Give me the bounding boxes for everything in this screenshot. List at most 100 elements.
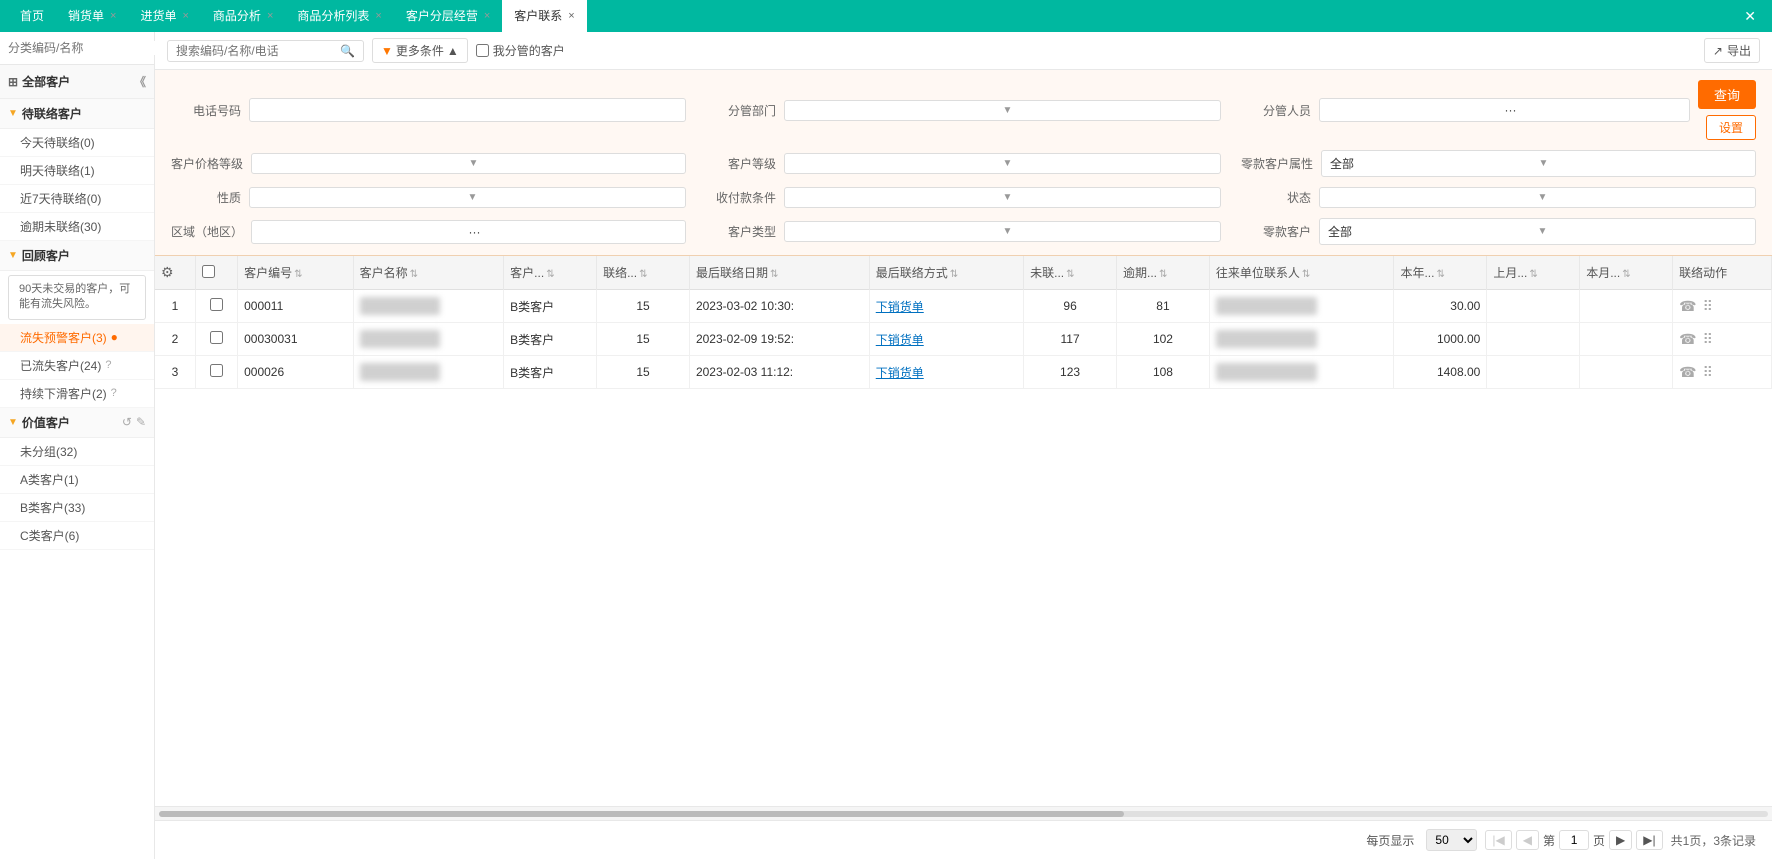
manager-dots-icon[interactable]: ···: [1501, 103, 1682, 117]
sidebar-item-overdue[interactable]: 逾期未联络(30): [0, 213, 154, 241]
thisyear-header[interactable]: 本年...⇅: [1394, 256, 1487, 290]
sidebar-group-pending[interactable]: ▼ 待联络客户: [0, 99, 154, 129]
row-name: ████████: [353, 290, 504, 323]
lastmethod-header[interactable]: 最后联络方式⇅: [869, 256, 1023, 290]
tab-home[interactable]: 首页: [8, 0, 56, 32]
status-select[interactable]: ▼: [1319, 187, 1756, 208]
sidebar-group-value[interactable]: ▼ 价值客户 ↺ ✎: [0, 408, 154, 438]
manager-select[interactable]: ···: [1319, 98, 1690, 122]
tab-purchaseorder[interactable]: 进货单 ×: [128, 0, 200, 32]
main-search-icon[interactable]: 🔍: [340, 44, 355, 58]
sidebar-item-class-c[interactable]: C类客户(6): [0, 522, 154, 550]
gear-header[interactable]: ⚙: [155, 256, 196, 290]
sidebar-item-churn-warning[interactable]: 流失预警客户(3) ●: [0, 324, 154, 352]
customers-table: ⚙ 客户编号⇅ 客户名称⇅ 客户...⇅ 联络...⇅ 最后联络日期⇅ 最后联络…: [155, 256, 1772, 389]
contact-action-icon[interactable]: ☎: [1679, 331, 1696, 348]
uncontacted-header[interactable]: 未联...⇅: [1024, 256, 1117, 290]
close-productanalysislist-icon[interactable]: ×: [375, 0, 381, 32]
main-search-input[interactable]: [176, 44, 336, 58]
select-all-checkbox[interactable]: [202, 265, 215, 278]
row-overdue: 108: [1117, 356, 1210, 389]
refresh-icon[interactable]: ↺: [122, 415, 132, 429]
next-page-button[interactable]: ▶: [1609, 830, 1632, 850]
more-action-icon[interactable]: ⠿: [1703, 364, 1713, 381]
gear-icon[interactable]: ⚙: [161, 264, 174, 280]
nature-select[interactable]: ▼: [249, 187, 686, 208]
more-action-icon[interactable]: ⠿: [1703, 331, 1713, 348]
prev-page-button[interactable]: ◀: [1516, 830, 1539, 850]
close-purchaseorder-icon[interactable]: ×: [182, 0, 188, 32]
first-page-button[interactable]: |◀: [1485, 830, 1511, 850]
sidebar-item-declining[interactable]: 持续下滑客户(2) ?: [0, 380, 154, 408]
row-checkbox[interactable]: [210, 298, 223, 311]
tab-customercontact[interactable]: 客户联系 ×: [502, 0, 586, 32]
export-button[interactable]: ↗ 导出: [1704, 38, 1760, 63]
contact-action-icon[interactable]: ☎: [1679, 364, 1696, 381]
close-customercontact-icon[interactable]: ×: [568, 0, 574, 32]
customertype-select[interactable]: ▼: [784, 221, 1221, 242]
collapse-icon[interactable]: 《: [134, 73, 146, 90]
my-customers-checkbox[interactable]: [476, 44, 489, 57]
row-lastmethod[interactable]: 下销货单: [869, 356, 1023, 389]
sidebar-item-class-b[interactable]: B类客户(33): [0, 494, 154, 522]
sidebar-group-review[interactable]: ▼ 回顾客户: [0, 241, 154, 271]
contactperson-header[interactable]: 往来单位联系人⇅: [1209, 256, 1394, 290]
customerlevel-select[interactable]: ▼: [784, 153, 1221, 174]
tab-productanalysis[interactable]: 商品分析 ×: [201, 0, 285, 32]
region-dots-icon[interactable]: ···: [465, 225, 678, 239]
row-checkbox[interactable]: [210, 364, 223, 377]
close-productanalysis-icon[interactable]: ×: [267, 0, 273, 32]
close-salesorder-icon[interactable]: ×: [110, 0, 116, 32]
lastdate-header[interactable]: 最后联络日期⇅: [689, 256, 869, 290]
region-select[interactable]: ···: [251, 220, 686, 244]
page-size-select[interactable]: 50 100 200: [1426, 829, 1477, 851]
department-select[interactable]: ▼: [784, 100, 1221, 121]
row-checkbox-cell[interactable]: [196, 356, 238, 389]
more-conditions-button[interactable]: ▼ 更多条件 ▲: [372, 38, 468, 63]
tab-productanalysislist[interactable]: 商品分析列表 ×: [285, 0, 393, 32]
pricelevel-select[interactable]: ▼: [251, 153, 686, 174]
zerocustomer-select[interactable]: 全部 ▼: [1319, 218, 1756, 245]
contact-action-icon[interactable]: ☎: [1679, 298, 1696, 315]
row-checkbox-cell[interactable]: [196, 323, 238, 356]
horizontal-scrollbar[interactable]: [155, 806, 1772, 820]
row-lastmethod[interactable]: 下销货单: [869, 290, 1023, 323]
row-lastmethod[interactable]: 下销货单: [869, 323, 1023, 356]
query-button[interactable]: 查询: [1698, 80, 1756, 109]
sidebar-item-today[interactable]: 今天待联络(0): [0, 129, 154, 157]
table-container: ⚙ 客户编号⇅ 客户名称⇅ 客户...⇅ 联络...⇅ 最后联络日期⇅ 最后联络…: [155, 256, 1772, 806]
contact-header[interactable]: 联络...⇅: [597, 256, 690, 290]
tab-customerlayer[interactable]: 客户分层经营 ×: [394, 0, 502, 32]
overdue-header[interactable]: 逾期...⇅: [1117, 256, 1210, 290]
sidebar-item-7days[interactable]: 近7天待联络(0): [0, 185, 154, 213]
sidebar-item-churned[interactable]: 已流失客户(24) ?: [0, 352, 154, 380]
top-close-button[interactable]: ✕: [1736, 8, 1764, 25]
tab-salesorder[interactable]: 销货单 ×: [56, 0, 128, 32]
scroll-thumb[interactable]: [159, 811, 1124, 817]
sidebar-item-ungroup[interactable]: 未分组(32): [0, 438, 154, 466]
lastmonth-header[interactable]: 上月...⇅: [1487, 256, 1580, 290]
zeroattr-select[interactable]: 全部 ▼: [1321, 150, 1756, 177]
more-action-icon[interactable]: ⠿: [1703, 298, 1713, 315]
close-customerlayer-icon[interactable]: ×: [484, 0, 490, 32]
page-number-input[interactable]: [1559, 830, 1589, 850]
sidebar-item-tomorrow[interactable]: 明天待联络(1): [0, 157, 154, 185]
row-checkbox[interactable]: [210, 331, 223, 344]
thismonth-header[interactable]: 本月...⇅: [1580, 256, 1673, 290]
last-page-button[interactable]: ▶|: [1636, 830, 1662, 850]
settings-button[interactable]: 设置: [1706, 115, 1756, 140]
category-search-input[interactable]: [8, 41, 163, 55]
type-header[interactable]: 客户...⇅: [504, 256, 597, 290]
checkbox-header[interactable]: [196, 256, 238, 290]
scroll-track[interactable]: [159, 811, 1768, 817]
payment-select[interactable]: ▼: [784, 187, 1221, 208]
all-customers-header[interactable]: ⊞ 全部客户 《: [0, 65, 154, 99]
sidebar-item-class-a[interactable]: A类客户(1): [0, 466, 154, 494]
row-checkbox-cell[interactable]: [196, 290, 238, 323]
name-header[interactable]: 客户名称⇅: [353, 256, 504, 290]
code-header[interactable]: 客户编号⇅: [238, 256, 354, 290]
my-customers-checkbox-label[interactable]: 我分管的客户: [476, 42, 565, 59]
phone-input[interactable]: [249, 98, 686, 122]
filter-row-customertype: 客户类型 ▼: [706, 218, 1221, 245]
edit-icon[interactable]: ✎: [136, 415, 146, 429]
